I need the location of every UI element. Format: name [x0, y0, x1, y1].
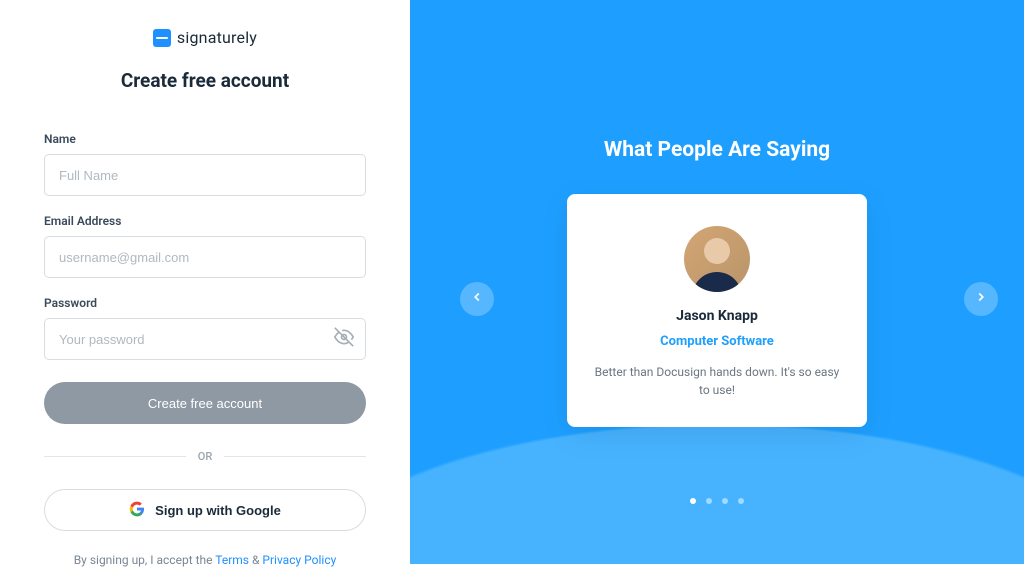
chevron-right-icon	[974, 289, 988, 308]
email-field-group: Email Address	[44, 214, 366, 278]
privacy-link[interactable]: Privacy Policy	[262, 553, 336, 567]
password-input[interactable]	[44, 318, 366, 360]
signup-form: Name Email Address Password Create free	[44, 132, 366, 567]
google-signup-button[interactable]: Sign up with Google	[44, 489, 366, 531]
testimonial-card: Jason Knapp Computer Software Better tha…	[567, 194, 867, 427]
password-field-group: Password	[44, 296, 366, 360]
terms-text: By signing up, I accept the Terms & Priv…	[44, 553, 366, 567]
carousel-prev-button[interactable]	[460, 282, 494, 316]
avatar	[684, 226, 750, 292]
chevron-left-icon	[470, 289, 484, 308]
name-input[interactable]	[44, 154, 366, 196]
google-icon	[129, 501, 145, 520]
carousel-dot-2[interactable]	[706, 498, 712, 504]
email-label: Email Address	[44, 214, 366, 228]
password-label: Password	[44, 296, 366, 310]
logo: signaturely	[153, 28, 257, 47]
testimonials-heading: What People Are Saying	[604, 138, 830, 162]
name-label: Name	[44, 132, 366, 146]
brand-name: signaturely	[177, 28, 257, 47]
name-field-group: Name	[44, 132, 366, 196]
logo-icon	[153, 29, 171, 47]
create-account-button[interactable]: Create free account	[44, 382, 366, 424]
carousel-dot-3[interactable]	[722, 498, 728, 504]
email-input[interactable]	[44, 236, 366, 278]
toggle-password-visibility-icon[interactable]	[334, 327, 354, 351]
terms-amp: &	[249, 553, 262, 567]
testimonials-panel: What People Are Saying Jason Knapp Compu…	[410, 0, 1024, 564]
carousel-next-button[interactable]	[964, 282, 998, 316]
terms-link[interactable]: Terms	[215, 553, 249, 567]
testimonial-quote: Better than Docusign hands down. It's so…	[591, 363, 843, 399]
divider-line-right	[224, 456, 366, 457]
page-title: Create free account	[121, 69, 289, 92]
testimonial-role: Computer Software	[591, 334, 843, 349]
testimonial-name: Jason Knapp	[591, 308, 843, 324]
google-button-label: Sign up with Google	[155, 503, 281, 518]
divider-text: OR	[198, 450, 213, 463]
carousel-dots	[690, 498, 744, 504]
password-wrapper	[44, 318, 366, 360]
signup-panel: signaturely Create free account Name Ema…	[0, 0, 410, 564]
carousel-dot-4[interactable]	[738, 498, 744, 504]
divider: OR	[44, 450, 366, 463]
divider-line-left	[44, 456, 186, 457]
terms-prefix: By signing up, I accept the	[74, 553, 216, 567]
carousel-dot-1[interactable]	[690, 498, 696, 504]
